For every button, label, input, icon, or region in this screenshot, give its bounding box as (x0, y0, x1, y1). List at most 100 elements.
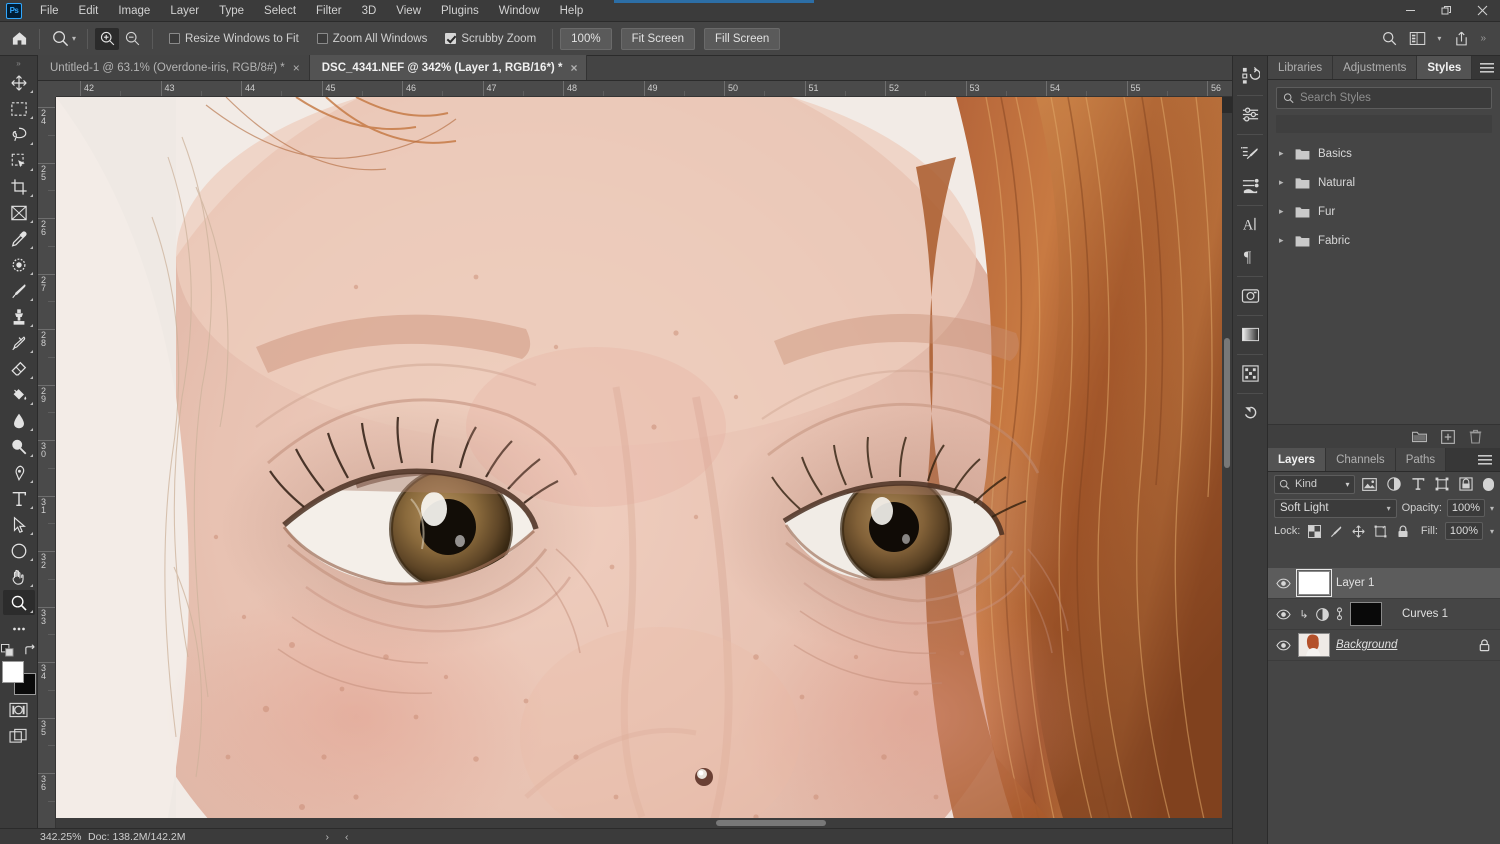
fit-screen-button[interactable]: Fit Screen (620, 27, 695, 50)
adjustments-icon[interactable] (1235, 99, 1265, 129)
eyedropper-tool[interactable] (3, 226, 35, 251)
close-icon[interactable]: × (293, 62, 300, 74)
layer-row[interactable]: Layer 1 (1268, 568, 1500, 599)
close-button[interactable] (1464, 0, 1500, 22)
menu-item-image[interactable]: Image (108, 2, 160, 20)
gradients-icon[interactable] (1235, 319, 1265, 349)
canvas-horizontal-scrollbar[interactable] (56, 818, 1232, 828)
filter-type-icon[interactable] (1409, 474, 1427, 494)
search-styles-input[interactable] (1299, 92, 1485, 104)
menu-item-view[interactable]: View (386, 2, 431, 20)
scroll-thumb[interactable] (1224, 338, 1230, 468)
photo-icon[interactable] (1235, 280, 1265, 310)
workspace-icon[interactable] (1404, 27, 1430, 51)
status-prev-arrow[interactable]: ‹ (345, 831, 349, 843)
chevron-right-icon[interactable]: ▸ (1279, 235, 1287, 246)
actions-icon[interactable] (1235, 397, 1265, 427)
filter-kind-select[interactable]: Kind ▾ (1274, 474, 1355, 494)
clone-stamp-tool[interactable] (3, 304, 35, 329)
scroll-thumb[interactable] (716, 820, 826, 826)
lock-image-icon[interactable] (1329, 523, 1344, 539)
status-next-arrow[interactable]: › (325, 831, 329, 843)
crop-tool[interactable] (3, 174, 35, 199)
restore-button[interactable] (1428, 0, 1464, 22)
document-size[interactable]: Doc: 138.2M/142.2M (78, 831, 185, 843)
lock-artboard-icon[interactable] (1373, 523, 1388, 539)
layer-visibility-icon[interactable] (1274, 640, 1292, 651)
chevron-right-icon[interactable]: ▸ (1279, 177, 1287, 188)
color-swatches[interactable] (1, 661, 36, 695)
chevron-down-icon[interactable]: ▾ (1432, 27, 1446, 51)
lock-position-icon[interactable] (1351, 523, 1366, 539)
delete-icon[interactable] (1469, 429, 1482, 444)
dodge-tool[interactable] (3, 434, 35, 459)
new-style-icon[interactable] (1441, 429, 1455, 444)
active-tool-preview[interactable]: ▾ (47, 29, 80, 48)
blend-mode-select[interactable]: Soft Light ▾ (1274, 498, 1397, 518)
menu-item-3d[interactable]: 3D (352, 2, 387, 20)
document-tab[interactable]: DSC_4341.NEF @ 342% (Layer 1, RGB/16*) *… (309, 55, 588, 80)
filter-smart-object-icon[interactable] (1457, 474, 1475, 494)
menu-item-select[interactable]: Select (254, 2, 306, 20)
menu-item-filter[interactable]: Filter (306, 2, 352, 20)
screen-mode-icon[interactable] (3, 723, 35, 748)
brush-settings-icon[interactable] (1235, 138, 1265, 168)
brushes-icon[interactable] (1235, 170, 1265, 200)
paint-bucket-tool[interactable] (3, 382, 35, 407)
frame-tool[interactable] (3, 200, 35, 225)
style-folder-basics[interactable]: ▸ Basics (1268, 139, 1500, 168)
100-button[interactable]: 100% (560, 27, 612, 50)
fill-value[interactable]: 100% (1444, 522, 1483, 540)
zoom-out-button[interactable] (120, 28, 144, 50)
layer-row[interactable]: Background (1268, 630, 1500, 661)
opacity-chevron-down-icon[interactable]: ▾ (1490, 504, 1494, 513)
style-folder-natural[interactable]: ▸ Natural (1268, 168, 1500, 197)
lasso-tool[interactable] (3, 122, 35, 147)
document-tab[interactable]: Untitled-1 @ 63.1% (Overdone-iris, RGB/8… (38, 55, 310, 80)
menu-item-type[interactable]: Type (209, 2, 254, 20)
collapse-panels-icon[interactable]: » (1476, 33, 1490, 44)
eraser-tool[interactable] (3, 356, 35, 381)
chevron-down-icon[interactable]: ▾ (1387, 504, 1391, 513)
hand-tool[interactable] (3, 564, 35, 589)
filter-adjustment-icon[interactable] (1385, 474, 1403, 494)
fill-chevron-down-icon[interactable]: ▾ (1490, 527, 1494, 536)
menu-item-file[interactable]: File (30, 2, 69, 20)
spot-healing-brush-tool[interactable] (3, 252, 35, 277)
zoom-level[interactable]: 342.25% (0, 831, 81, 843)
share-icon[interactable] (1448, 27, 1474, 51)
checkbox[interactable] (169, 33, 181, 44)
ellipse-tool[interactable] (3, 538, 35, 563)
path-selection-tool[interactable] (3, 512, 35, 537)
chevron-down-icon[interactable]: ▾ (72, 34, 76, 43)
home-icon[interactable] (6, 27, 32, 51)
zoom-in-button[interactable] (95, 27, 120, 50)
character-icon[interactable]: A (1235, 209, 1265, 239)
panel-menu-icon[interactable] (1470, 448, 1500, 471)
search-styles-box[interactable] (1276, 87, 1492, 109)
layer-lock-icon[interactable] (1479, 638, 1500, 652)
tab-paths[interactable]: Paths (1395, 448, 1447, 471)
quick-mask-icon[interactable] (3, 697, 35, 722)
history-brush-tool[interactable] (3, 330, 35, 355)
style-folder-fabric[interactable]: ▸ Fabric (1268, 226, 1500, 255)
opacity-value[interactable]: 100% (1446, 499, 1485, 517)
tab-styles[interactable]: Styles (1417, 56, 1473, 79)
move-tool[interactable] (3, 70, 35, 95)
layer-thumbnail[interactable] (1298, 633, 1330, 657)
chevron-right-icon[interactable]: ▸ (1279, 206, 1287, 217)
object-selection-tool[interactable] (3, 148, 35, 173)
tab-layers[interactable]: Layers (1268, 448, 1327, 471)
checkbox[interactable] (316, 33, 328, 44)
paragraph-icon[interactable]: ¶ (1235, 241, 1265, 271)
layer-visibility-icon[interactable] (1274, 609, 1292, 620)
layer-mask-thumbnail[interactable] (1350, 602, 1382, 626)
patterns-icon[interactable] (1235, 358, 1265, 388)
fill-screen-button[interactable]: Fill Screen (704, 27, 781, 50)
tab-adjustments[interactable]: Adjustments (1333, 56, 1418, 79)
chevron-down-icon[interactable]: ▾ (1346, 480, 1350, 489)
option-zoom-all-windows[interactable]: Zoom All Windows (308, 33, 437, 45)
tab-channels[interactable]: Channels (1326, 448, 1396, 471)
minimize-button[interactable] (1392, 0, 1428, 22)
close-icon[interactable]: × (570, 62, 577, 74)
